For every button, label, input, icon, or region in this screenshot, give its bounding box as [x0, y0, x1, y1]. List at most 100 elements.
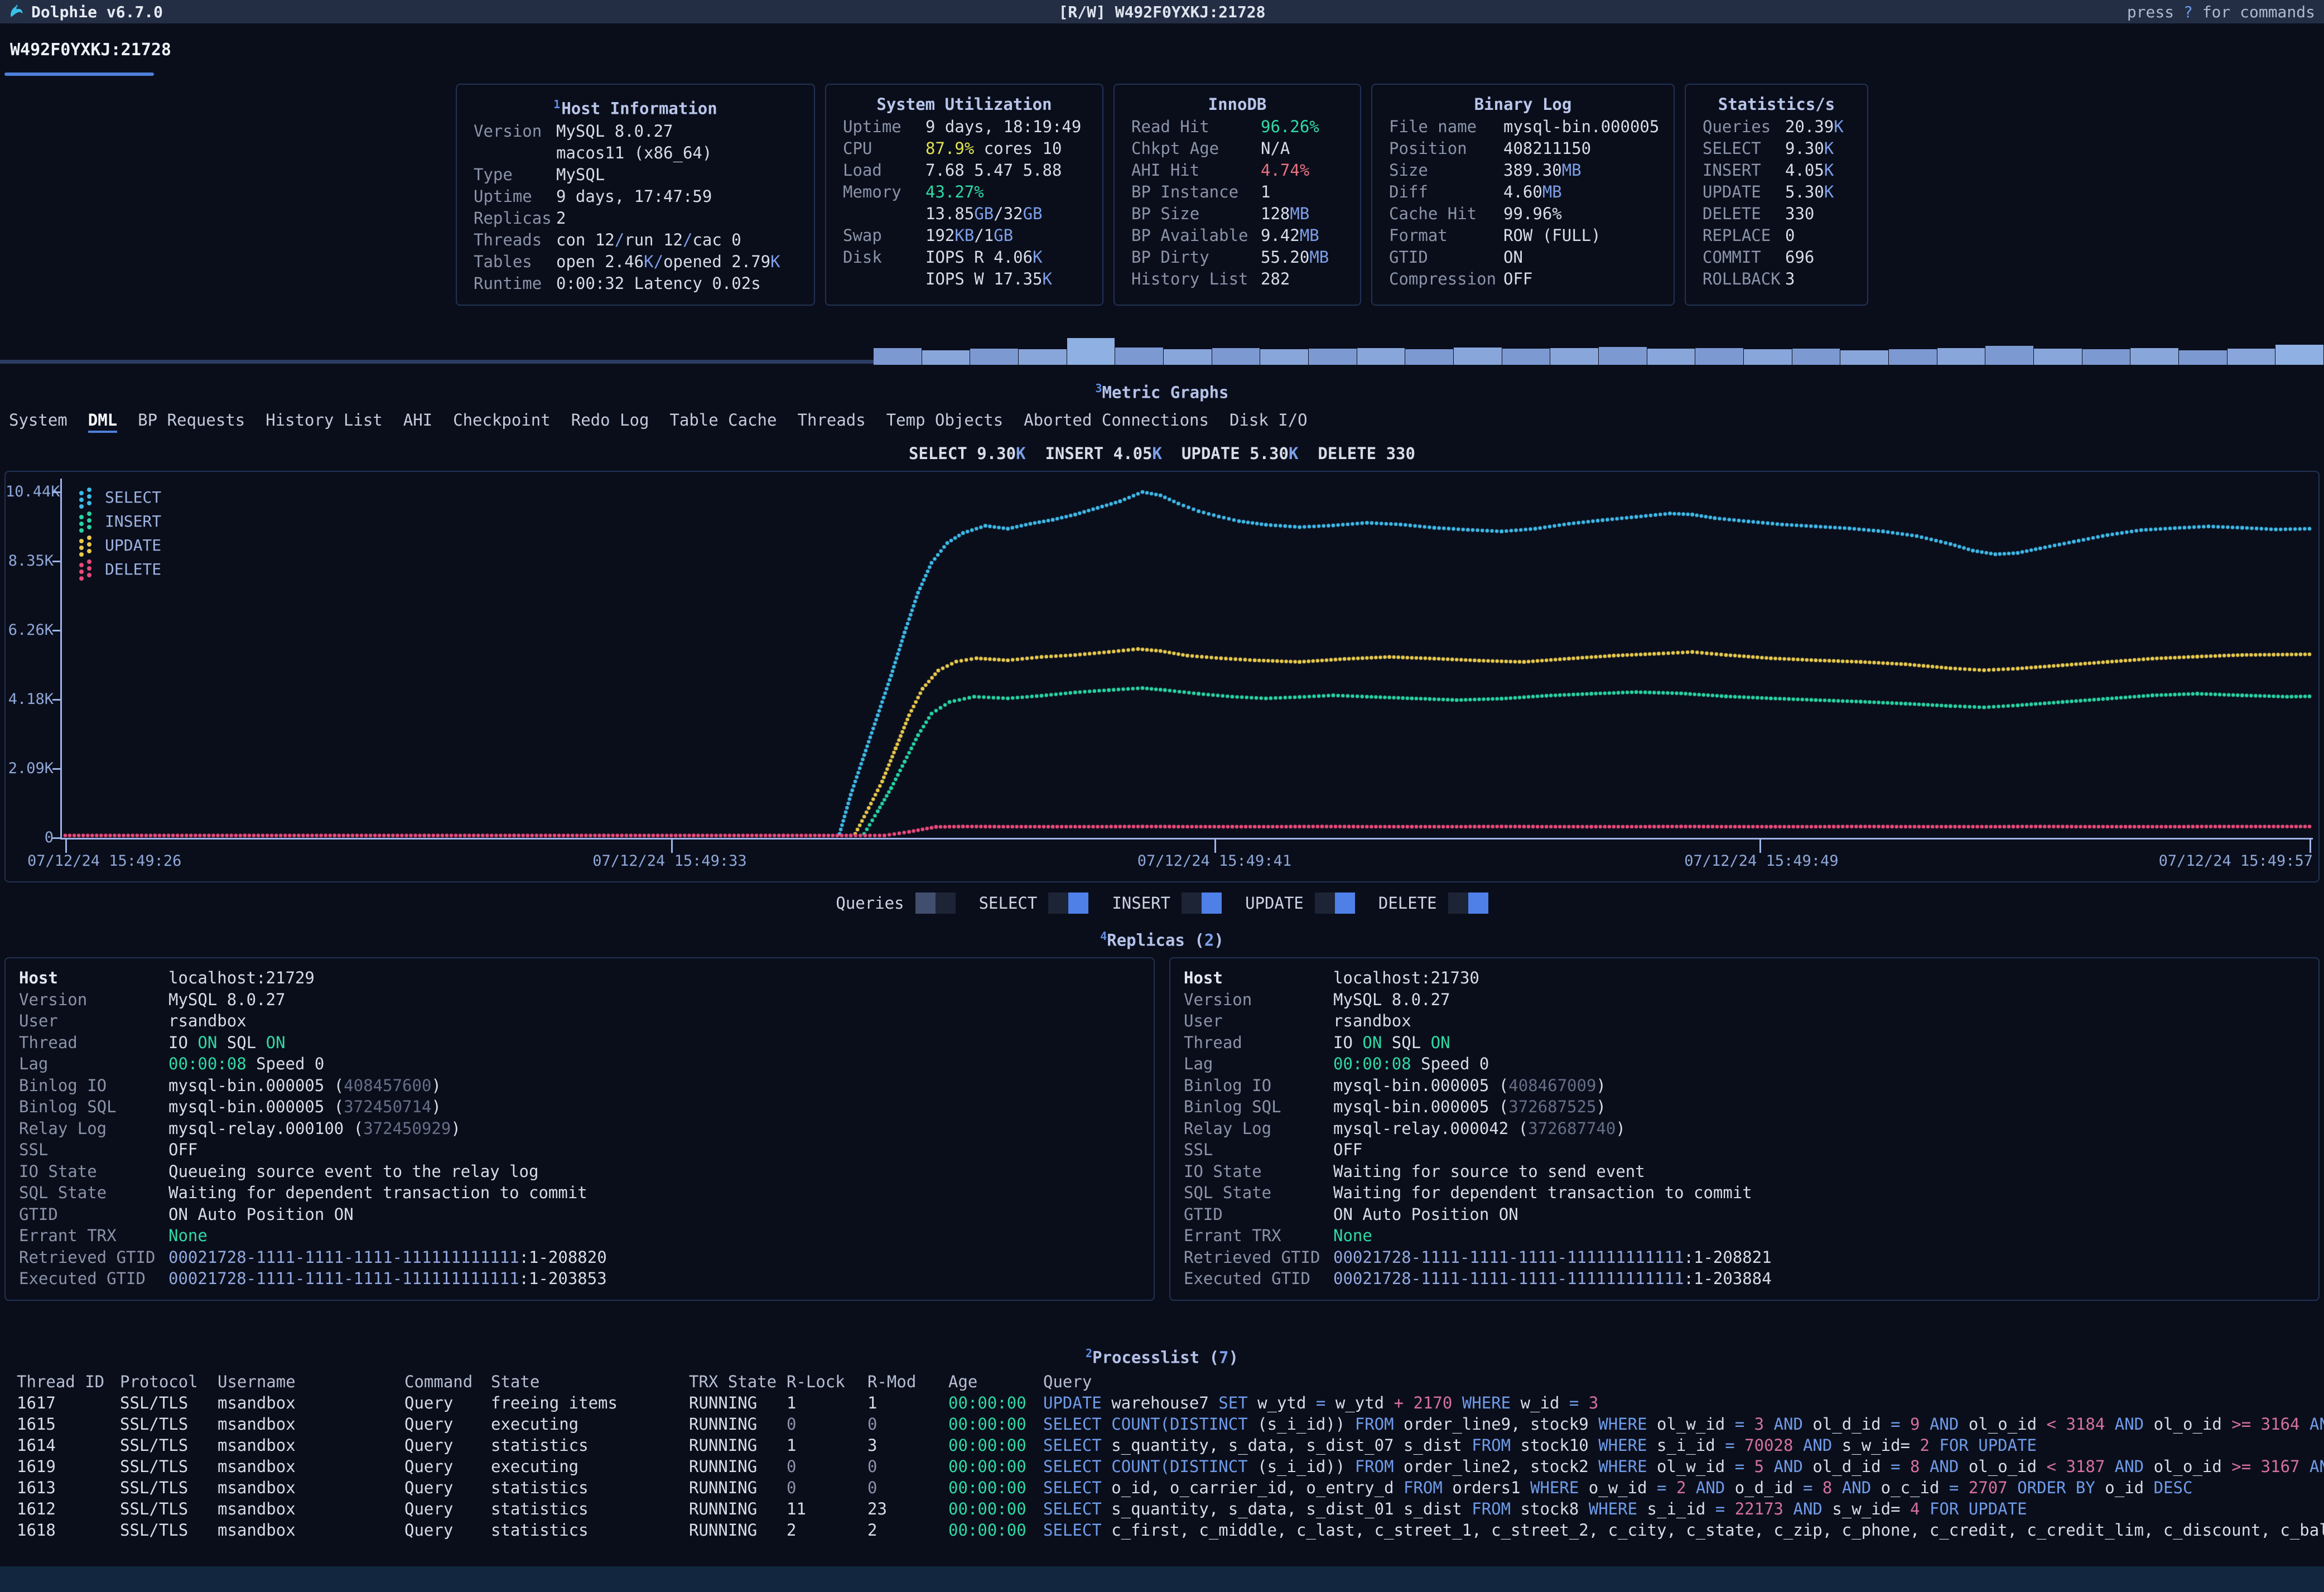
- sparkline-bar: [2179, 350, 2227, 365]
- y-axis-tick-label: 4.18K: [6, 688, 54, 711]
- status-bar: [0, 1566, 2324, 1592]
- y-axis-tick: [52, 837, 60, 839]
- metric-tab-redo-log[interactable]: Redo Log: [571, 411, 649, 433]
- sparkline-bar: [1744, 349, 1792, 365]
- metric-tab-table-cache[interactable]: Table Cache: [669, 411, 777, 433]
- x-axis-tick: [2309, 840, 2311, 853]
- help-hint: press ? for commands: [2127, 3, 2324, 21]
- toggle-switch[interactable]: [1315, 893, 1355, 914]
- processlist-row[interactable]: 1614SSL/TLSmsandboxQuerystatisticsRUNNIN…: [4, 1435, 2324, 1456]
- metric-tab-aborted-connections[interactable]: Aborted Connections: [1024, 411, 1209, 433]
- legend-dots-icon: [79, 510, 94, 533]
- data-row: BP Available9.42MB: [1115, 225, 1360, 247]
- metric-toggle-delete[interactable]: DELETE: [1378, 893, 1488, 914]
- data-row: CPU87.9% cores 10: [826, 138, 1102, 160]
- data-row: Binlog IOmysql-bin.000005 (408467009): [1170, 1075, 2318, 1097]
- data-row: Retrieved GTID00021728-1111-1111-1111-11…: [6, 1247, 1154, 1268]
- sparkline-bar: [1115, 348, 1163, 365]
- x-axis-tick-label: 07/12/24 15:49:49: [1684, 852, 1838, 870]
- data-row: GTIDON Auto Position ON: [6, 1204, 1154, 1226]
- y-axis-tick-label: 10.44K: [6, 481, 54, 503]
- data-row: IO StateWaiting for source to send event: [1170, 1161, 2318, 1183]
- processlist-row[interactable]: 1615SSL/TLSmsandboxQueryexecutingRUNNING…: [4, 1413, 2324, 1435]
- queries-sparkline: [0, 337, 2324, 365]
- active-tab-indicator: [4, 73, 154, 76]
- sparkline-bar: [1067, 338, 1115, 365]
- data-row: macos11 (x86_64): [457, 142, 814, 164]
- sparkline-bar: [1889, 349, 1937, 365]
- dml-stats-line: SELECT 9.30K INSERT 4.05K UPDATE 5.30K D…: [0, 444, 2324, 463]
- sparkline-bar: [922, 350, 970, 365]
- sparkline-bar: [1212, 348, 1260, 365]
- data-row: Replicas2: [457, 208, 814, 229]
- panel-title: InnoDB: [1115, 93, 1360, 116]
- x-axis-tick: [1214, 840, 1216, 853]
- replica-panel-21729: Hostlocalhost:21729VersionMySQL 8.0.27Us…: [4, 957, 1155, 1301]
- data-row: Uptime9 days, 18:19:49: [826, 116, 1102, 138]
- processlist-row[interactable]: 1617SSL/TLSmsandboxQueryfreeing itemsRUN…: [4, 1392, 2324, 1413]
- legend-item-insert: INSERT: [79, 509, 161, 533]
- sparkline-bar: [1309, 349, 1357, 365]
- panel-system-utilization: System Utilization Uptime9 days, 18:19:4…: [825, 84, 1103, 306]
- legend-dots-icon: [79, 558, 94, 581]
- legend-dots-icon: [79, 486, 94, 509]
- data-row: ROLLBACK3: [1686, 268, 1867, 290]
- y-axis-tick-label: 0: [6, 827, 54, 849]
- metric-tab-temp-objects[interactable]: Temp Objects: [886, 411, 1004, 433]
- metric-toggle-update[interactable]: UPDATE: [1245, 893, 1355, 914]
- metric-graph-tabs: System DML BP Requests History List AHI Check…: [9, 411, 2324, 433]
- metric-tab-ahi[interactable]: AHI: [403, 411, 432, 433]
- metric-toggle-insert[interactable]: INSERT: [1112, 893, 1222, 914]
- y-axis-tick-label: 6.26K: [6, 619, 54, 641]
- metric-toggle-queries[interactable]: Queries: [836, 893, 955, 914]
- data-row: Binlog SQLmysql-bin.000005 (372687525): [1170, 1096, 2318, 1118]
- toggle-switch[interactable]: [1048, 893, 1088, 914]
- question-key: ?: [2183, 3, 2193, 21]
- data-row: History List282: [1115, 268, 1360, 290]
- x-axis-tick: [671, 840, 673, 853]
- metric-tab-dml[interactable]: DML: [88, 411, 117, 433]
- dml-graph-panel: SELECTINSERTUPDATEDELETE 07/12/24 15:49:…: [4, 471, 2320, 882]
- data-row: Read Hit96.26%: [1115, 116, 1360, 138]
- metric-tab-history-list[interactable]: History List: [266, 411, 383, 433]
- sparkline-bar: [2275, 345, 2323, 365]
- sparkline-bar: [1985, 346, 2033, 365]
- data-row: 13.85GB/32GB: [826, 203, 1102, 225]
- data-row: Executed GTID00021728-1111-1111-1111-111…: [1170, 1268, 2318, 1290]
- table-header: Thread IDProtocolUsernameCommandStateTRX…: [4, 1371, 2324, 1392]
- metric-tab-threads[interactable]: Threads: [797, 411, 865, 433]
- data-row: Diff4.60MB: [1372, 181, 1674, 203]
- x-axis-tick: [1759, 840, 1761, 853]
- host-tab[interactable]: W492F0YXKJ:21728: [10, 40, 171, 60]
- panel-statistics: Statistics/s Queries20.39KSELECT9.30KINS…: [1685, 84, 1868, 306]
- metric-tab-system[interactable]: System: [9, 411, 67, 433]
- x-axis-tick-label: 07/12/24 15:49:26: [27, 852, 181, 870]
- data-row: SQL StateWaiting for dependent transacti…: [6, 1182, 1154, 1204]
- data-row: Executed GTID00021728-1111-1111-1111-111…: [6, 1268, 1154, 1290]
- processlist-row[interactable]: 1618SSL/TLSmsandboxQuerystatisticsRUNNIN…: [4, 1519, 2324, 1541]
- data-row: SELECT9.30K: [1686, 138, 1867, 160]
- metric-toggle-select[interactable]: SELECT: [979, 893, 1089, 914]
- legend-dots-icon: [79, 534, 94, 557]
- panel-title: Binary Log: [1372, 93, 1674, 116]
- toggle-switch[interactable]: [1448, 893, 1488, 914]
- data-row: VersionMySQL 8.0.27: [6, 989, 1154, 1011]
- toggle-switch[interactable]: [915, 893, 956, 914]
- metric-tab-bp-requests[interactable]: BP Requests: [138, 411, 245, 433]
- data-row: AHI Hit4.74%: [1115, 160, 1360, 181]
- metric-tab-checkpoint[interactable]: Checkpoint: [453, 411, 551, 433]
- data-row: IO StateQueueing source event to the rel…: [6, 1161, 1154, 1183]
- metric-tab-disk-i-o[interactable]: Disk I/O: [1229, 411, 1308, 433]
- toggle-switch[interactable]: [1182, 893, 1222, 914]
- data-row: Binlog IOmysql-bin.000005 (408457600): [6, 1075, 1154, 1097]
- sparkline-baseline: [0, 360, 874, 364]
- data-row: Swap192KB/1GB: [826, 225, 1102, 247]
- processlist-row[interactable]: 1612SSL/TLSmsandboxQuerystatisticsRUNNIN…: [4, 1498, 2324, 1519]
- sparkline-bar: [1695, 348, 1743, 365]
- processlist-row[interactable]: 1619SSL/TLSmsandboxQueryexecutingRUNNING…: [4, 1456, 2324, 1477]
- processlist-row[interactable]: 1613SSL/TLSmsandboxQuerystatisticsRUNNIN…: [4, 1477, 2324, 1498]
- data-row: Relay Logmysql-relay.000042 (372687740): [1170, 1118, 2318, 1140]
- data-row: Hostlocalhost:21730: [1170, 967, 2318, 989]
- data-row: File namemysql-bin.000005: [1372, 116, 1674, 138]
- replica-panel-21730: Hostlocalhost:21730VersionMySQL 8.0.27Us…: [1169, 957, 2320, 1301]
